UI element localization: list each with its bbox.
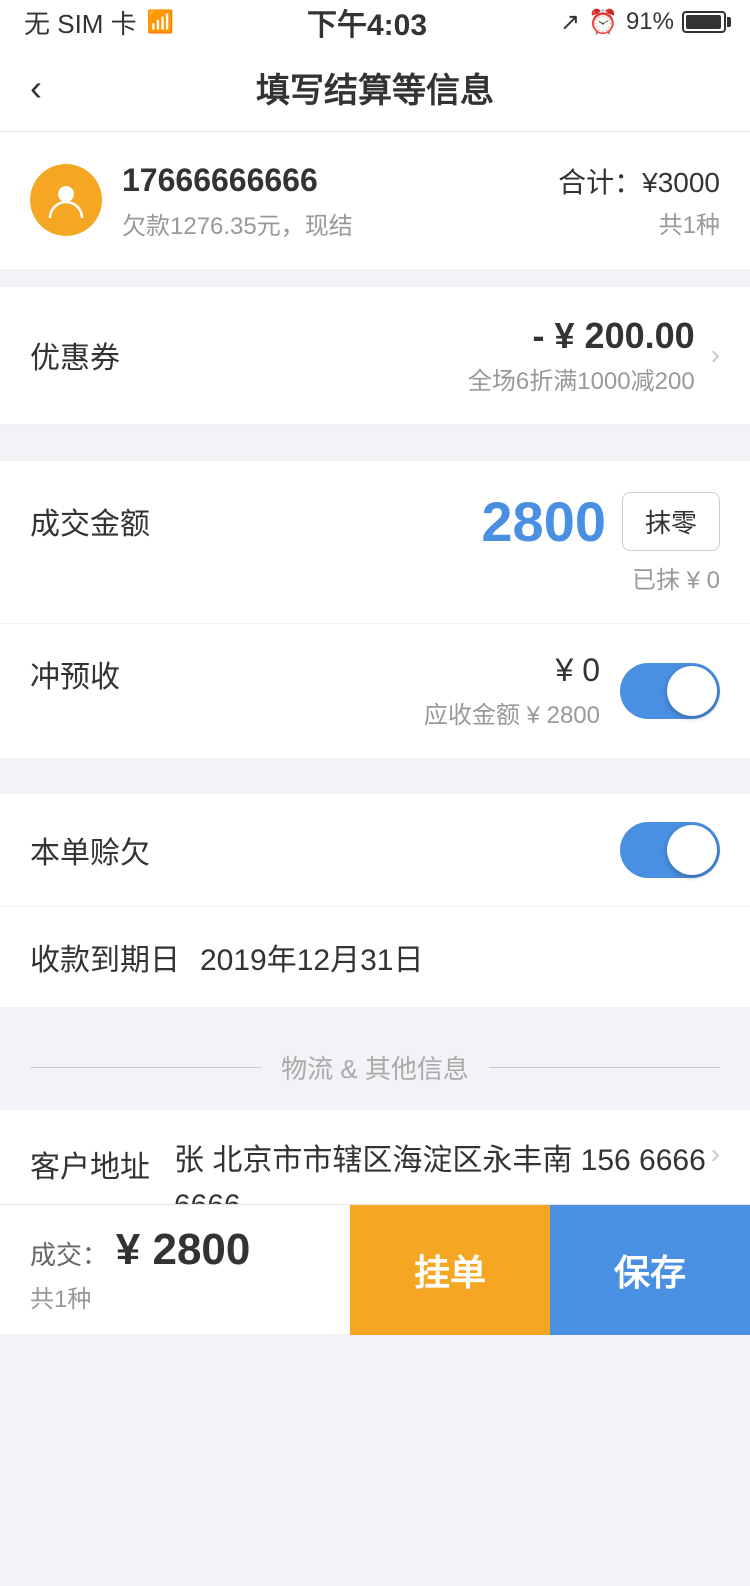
due-date-section: 收款到期日 2019年12月31日 xyxy=(0,906,750,1007)
bottom-deal-label: 成交： xyxy=(30,1240,108,1270)
customer-debt: 欠款1276.35元，现结 xyxy=(122,206,353,241)
prepay-section: 冲预收 ¥ 0 应收金额 ¥ 2800 xyxy=(0,623,750,758)
deal-row: 成交金额 2800 抹零 xyxy=(30,489,720,554)
customer-phone: 17666666666 xyxy=(122,160,353,202)
page-title: 填写结算等信息 xyxy=(256,63,494,112)
due-date-row: 收款到期日 2019年12月31日 xyxy=(30,935,720,979)
debt-toggle[interactable] xyxy=(620,822,720,878)
coupon-label: 优惠券 xyxy=(30,333,120,377)
logistics-header: 物流 & 其他信息 xyxy=(0,1025,750,1110)
prepay-value-block: ¥ 0 应收金额 ¥ 2800 xyxy=(424,652,600,730)
address-chevron-icon: › xyxy=(711,1138,720,1170)
debt-toggle-knob xyxy=(667,825,717,875)
back-button[interactable]: ‹ xyxy=(30,67,42,109)
location-icon: ↗ xyxy=(560,8,580,37)
customer-left: 17666666666 欠款1276.35元，现结 xyxy=(30,160,353,241)
deal-amount: 2800 xyxy=(481,489,606,554)
status-left: 无 SIM 卡 📶 xyxy=(24,4,174,41)
coupon-detail: 全场6折满1000减200 xyxy=(468,361,695,396)
due-date-value: 2019年12月31日 xyxy=(200,935,423,979)
customer-card: 17666666666 欠款1276.35元，现结 合计：¥3000 共1种 xyxy=(0,132,750,269)
main-content: 17666666666 欠款1276.35元，现结 合计：¥3000 共1种 优… xyxy=(0,132,750,1586)
status-time: 下午4:03 xyxy=(307,0,427,44)
alarm-icon: ⏰ xyxy=(588,8,618,37)
save-button[interactable]: 保存 xyxy=(550,1205,750,1335)
prepay-right: ¥ 0 应收金额 ¥ 2800 xyxy=(424,652,720,730)
due-date-label: 收款到期日 xyxy=(30,935,180,979)
status-bar: 无 SIM 卡 📶 下午4:03 ↗ ⏰ 91% xyxy=(0,0,750,44)
debt-label: 本单赊欠 xyxy=(30,828,150,872)
avatar xyxy=(30,164,102,236)
deal-section: 成交金额 2800 抹零 已抹 ¥ 0 xyxy=(0,461,750,623)
coupon-row[interactable]: 优惠券 - ¥ 200.00 全场6折满1000减200 › xyxy=(0,287,750,425)
total-count: 共1种 xyxy=(558,205,720,240)
status-right: ↗ ⏰ 91% xyxy=(560,8,726,37)
deal-label: 成交金额 xyxy=(30,499,150,543)
coupon-right: - ¥ 200.00 全场6折满1000减200 › xyxy=(468,315,720,396)
user-icon xyxy=(44,178,88,222)
customer-total: 合计：¥3000 共1种 xyxy=(558,161,720,240)
chevron-right-icon: › xyxy=(711,339,720,371)
prepay-amount: ¥ 0 xyxy=(424,652,600,689)
carrier-text: 无 SIM 卡 xyxy=(24,4,137,41)
bottom-summary: 成交： ¥ 2800 共1种 xyxy=(0,1225,350,1314)
logistics-line-left xyxy=(30,1067,261,1068)
customer-info: 17666666666 欠款1276.35元，现结 xyxy=(122,160,353,241)
bottom-deal-line: 成交： ¥ 2800 xyxy=(30,1225,320,1275)
total-label: 合计：¥3000 xyxy=(558,161,720,201)
prepay-receivable: 应收金额 ¥ 2800 xyxy=(424,695,600,730)
coupon-amount: - ¥ 200.00 xyxy=(468,315,695,357)
logistics-title: 物流 & 其他信息 xyxy=(281,1049,469,1086)
address-label: 客户地址 xyxy=(30,1138,150,1186)
battery-icon xyxy=(682,11,726,33)
deal-right: 2800 抹零 xyxy=(481,489,720,554)
bottom-bar: 成交： ¥ 2800 共1种 挂单 保存 xyxy=(0,1204,750,1334)
prepay-row: 冲预收 ¥ 0 应收金额 ¥ 2800 xyxy=(30,652,720,730)
bottom-count: 共1种 xyxy=(30,1279,320,1314)
debt-section: 本单赊欠 xyxy=(0,794,750,906)
prepay-toggle[interactable] xyxy=(620,663,720,719)
deal-sub-text: 已抹 ¥ 0 xyxy=(30,560,720,595)
prepay-label: 冲预收 xyxy=(30,652,120,696)
toggle-knob xyxy=(667,666,717,716)
bottom-deal-amount: ¥ 2800 xyxy=(116,1225,251,1274)
section-divider-3 xyxy=(0,1007,750,1025)
logistics-line-right xyxy=(489,1067,720,1068)
round-zero-button[interactable]: 抹零 xyxy=(622,492,720,551)
battery-percent: 91% xyxy=(626,8,674,36)
wifi-icon: 📶 xyxy=(147,9,174,35)
section-divider-1 xyxy=(0,425,750,443)
hang-button[interactable]: 挂单 xyxy=(350,1205,550,1335)
coupon-value: - ¥ 200.00 全场6折满1000减200 xyxy=(468,315,695,396)
nav-bar: ‹ 填写结算等信息 xyxy=(0,44,750,132)
section-divider-2 xyxy=(0,758,750,776)
